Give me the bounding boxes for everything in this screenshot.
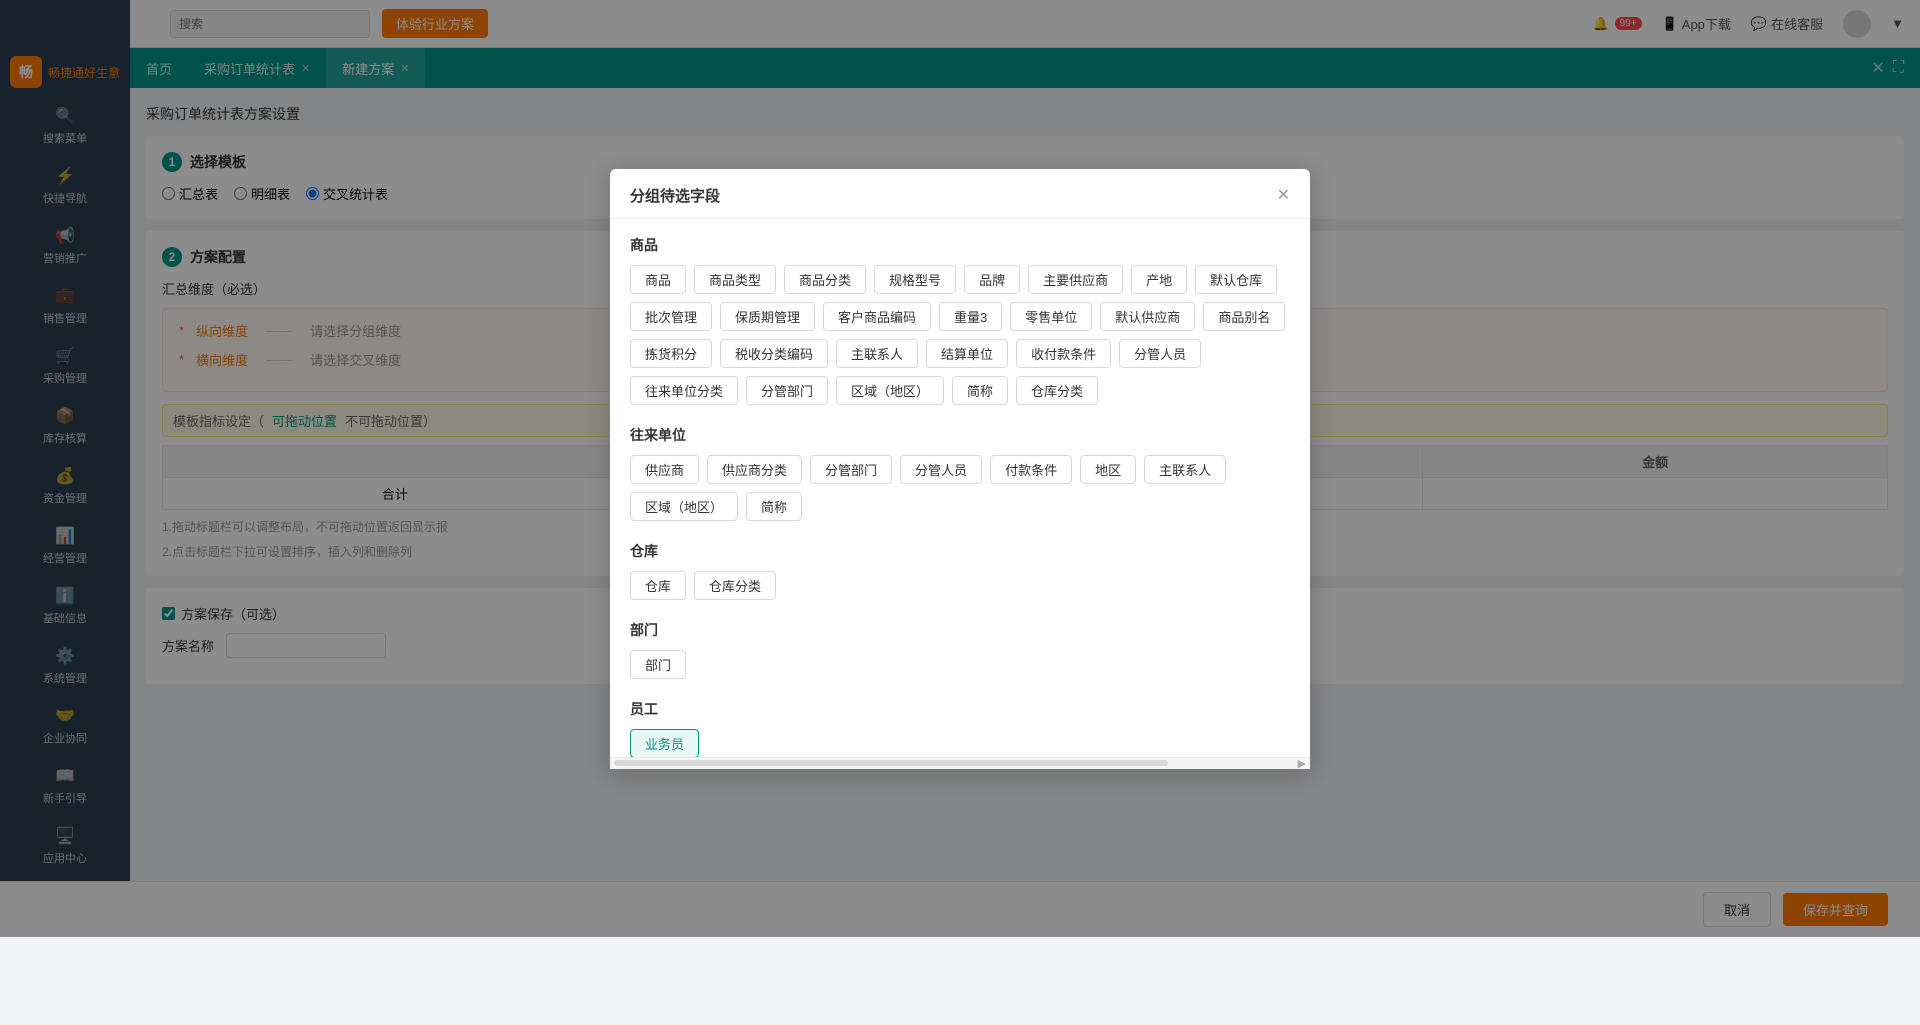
field-tags: 部门 [630,650,1290,679]
field-tag[interactable]: 批次管理 [630,302,712,331]
field-tag[interactable]: 区域（地区） [630,492,738,521]
field-tag[interactable]: 供应商分类 [707,455,802,484]
field-tags: 仓库仓库分类 [630,571,1290,600]
field-tags: 业务员 [630,729,1290,757]
field-tag[interactable]: 默认仓库 [1195,265,1277,294]
field-group-仓库: 仓库仓库仓库分类 [630,541,1290,600]
field-tag[interactable]: 规格型号 [874,265,956,294]
field-tag[interactable]: 结算单位 [926,339,1008,368]
field-group-往来单位: 往来单位供应商供应商分类分管部门分管人员付款条件地区主联系人区域（地区） 简称 [630,425,1290,521]
field-tag[interactable]: 拣货积分 [630,339,712,368]
field-tag[interactable]: 收付款条件 [1016,339,1111,368]
field-tag[interactable]: 主要供应商 [1028,265,1123,294]
field-tag[interactable]: 仓库 [630,571,686,600]
field-tag[interactable]: 仓库分类 [1016,376,1098,405]
field-tag[interactable]: 简称 [746,492,802,521]
field-group-title: 商品 [630,235,1290,255]
modal-header: 分组待选字段 ✕ [610,169,1310,219]
field-tag[interactable]: 地区 [1080,455,1136,484]
field-tag[interactable]: 供应商 [630,455,699,484]
field-tag[interactable]: 主联系人 [1144,455,1226,484]
field-tag[interactable]: 商品别名 [1203,302,1285,331]
field-group-部门: 部门部门 [630,620,1290,679]
modal-close-button[interactable]: ✕ [1277,185,1290,205]
field-tag[interactable]: 产地 [1131,265,1187,294]
field-group-员工: 员工业务员 [630,699,1290,757]
modal-title: 分组待选字段 [630,185,720,206]
field-group-title: 员工 [630,699,1290,719]
field-tag[interactable]: 区域（地区） [836,376,944,405]
field-tag[interactable]: 客户商品编码 [823,302,931,331]
field-tag[interactable]: 分管人员 [900,455,982,484]
field-tag[interactable]: 重量3 [939,302,1002,331]
field-group-title: 仓库 [630,541,1290,561]
field-tag[interactable]: 商品 [630,265,686,294]
field-tag[interactable]: 主联系人 [836,339,918,368]
modal-hscrollbar[interactable]: ▶ [610,757,1310,769]
field-tags: 商品商品类型商品分类规格型号品牌主要供应商产地默认仓库批次管理保质期管理客户商品… [630,265,1290,405]
field-tag[interactable]: 商品类型 [694,265,776,294]
field-tag[interactable]: 保质期管理 [720,302,815,331]
hscroll-thumb[interactable] [614,760,1168,766]
field-tag[interactable]: 仓库分类 [694,571,776,600]
field-group-title: 部门 [630,620,1290,640]
field-tag[interactable]: 简称 [952,376,1008,405]
field-tag[interactable]: 零售单位 [1010,302,1092,331]
field-tag[interactable]: 商品分类 [784,265,866,294]
field-group-商品: 商品商品商品类型商品分类规格型号品牌主要供应商产地默认仓库批次管理保质期管理客户… [630,235,1290,405]
field-tag[interactable]: 默认供应商 [1100,302,1195,331]
field-tag[interactable]: 税收分类编码 [720,339,828,368]
field-selection-modal: 分组待选字段 ✕ 商品商品商品类型商品分类规格型号品牌主要供应商产地默认仓库批次… [610,169,1310,769]
hscroll-right[interactable]: ▶ [1298,757,1306,770]
field-tags: 供应商供应商分类分管部门分管人员付款条件地区主联系人区域（地区） 简称 [630,455,1290,521]
field-tag[interactable]: 部门 [630,650,686,679]
field-tag[interactable]: 分管部门 [810,455,892,484]
modal-body[interactable]: 商品商品商品类型商品分类规格型号品牌主要供应商产地默认仓库批次管理保质期管理客户… [610,219,1310,757]
field-tag[interactable]: 业务员 [630,729,699,757]
field-tag[interactable]: 付款条件 [990,455,1072,484]
field-group-title: 往来单位 [630,425,1290,445]
field-tag[interactable]: 品牌 [964,265,1020,294]
field-tag[interactable]: 往来单位分类 [630,376,738,405]
field-tag[interactable]: 分管部门 [746,376,828,405]
field-tag[interactable]: 分管人员 [1119,339,1201,368]
